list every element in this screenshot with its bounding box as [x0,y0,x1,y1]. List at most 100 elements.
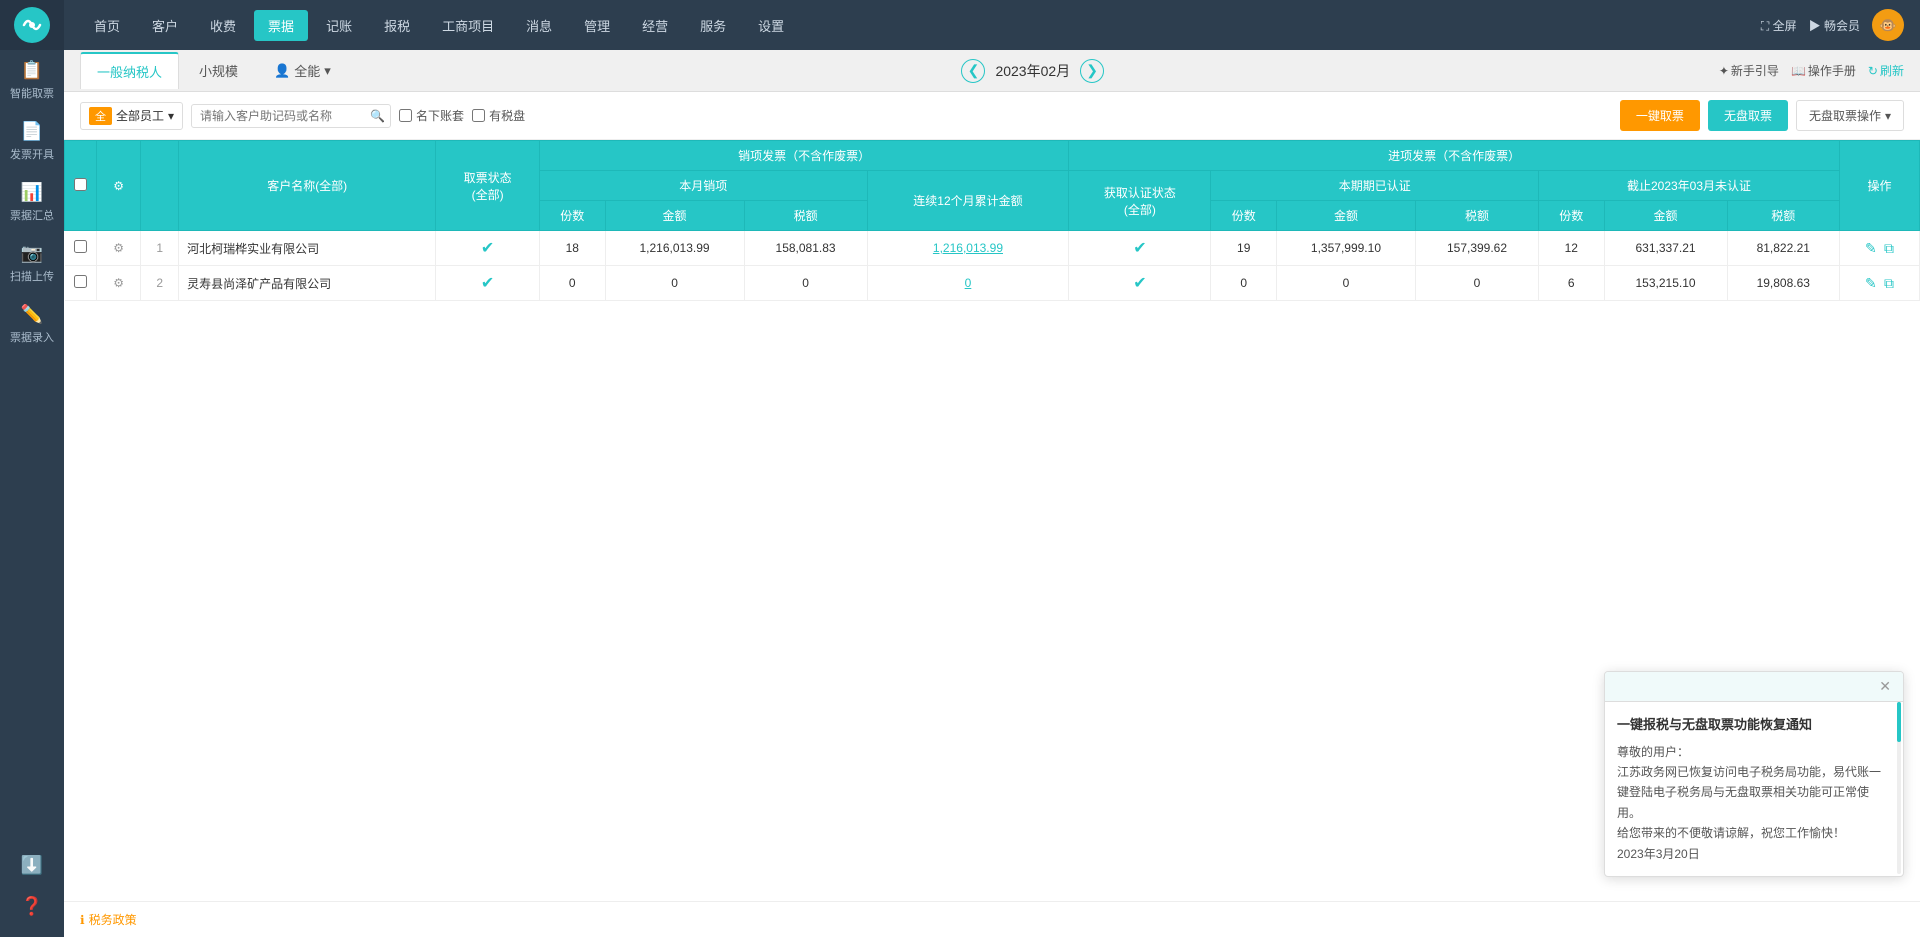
col-purchase-status: 获取认证状态 (全部) [1069,171,1211,231]
topnav-right: ⛶ 全屏 ▶ 畅会员 🐵 [1761,9,1904,41]
has-tax-disk-checkbox[interactable] [472,109,485,122]
col-sales-tax: 税额 [744,201,867,231]
nav-settings[interactable]: 设置 [744,10,798,41]
notification-text: 江苏政务网已恢复访问电子税务局功能，易代账一键登陆电子税务局与无盘取票相关功能可… [1617,762,1891,823]
tax-policy-link[interactable]: ℹ 税务政策 [80,911,137,928]
col-purchase-d-tax: 税额 [1727,201,1839,231]
copy-icon-1[interactable]: ⧉ [1884,275,1894,291]
info-icon: ℹ [80,913,85,927]
search-input[interactable] [191,104,391,128]
employee-filter[interactable]: 全 全部员工 ▾ [80,102,183,130]
prev-period-btn[interactable]: ❮ [961,59,985,83]
nav-management[interactable]: 管理 [570,10,624,41]
nav-tax[interactable]: 报税 [370,10,424,41]
period-label: 2023年02月 [995,61,1070,81]
member-btn[interactable]: ▶ 畅会员 [1809,17,1860,34]
tab-bar: 一般纳税人 小规模 👤 全能 ▾ ❮ 2023年02月 ❯ ✦ 新手引导 📖 操… [64,50,1920,92]
notification-title: 一键报税与无盘取票功能恢复通知 [1617,714,1891,736]
notification-panel: ✕ 一键报税与无盘取票功能恢复通知 尊敬的用户： 江苏政务网已恢复访问电子税务局… [1604,671,1904,877]
nav-home[interactable]: 首页 [80,10,134,41]
notification-apology: 给您带来的不便敬请谅解，祝您工作愉快！ [1617,823,1891,843]
tab-small-scale[interactable]: 小规模 [183,53,254,88]
my-account-checkbox[interactable] [399,109,412,122]
nav-fee[interactable]: 收费 [196,10,250,41]
invoice-table: ⚙ 客户名称(全部) 取票状态 (全部) 销项发票（不含作废票） 进项发票（不含… [64,140,1920,301]
one-click-fetch-button[interactable]: 一键取票 [1620,100,1700,131]
sidebar-item-invoice-entry-label: 票据录入 [10,329,54,345]
sidebar-item-invoice-issue[interactable]: 📄 发票开具 [0,111,64,172]
table-row: ⚙ 2 灵寿县尚泽矿产品有限公司 ✔ 0 0 0 0 ✔ 0 0 0 6 153… [65,266,1920,301]
client-name-1: 灵寿县尚泽矿产品有限公司 [179,266,436,301]
row-settings-icon-1[interactable]: ⚙ [113,276,124,290]
sales-12m-link-0[interactable]: 1,216,013.99 [933,241,1003,255]
notification-scrollbar[interactable] [1897,702,1901,874]
download-icon: ⬇️ [21,855,43,876]
col-sales-group: 销项发票（不含作废票） [540,141,1069,171]
col-purchase-d-count: 份数 [1539,201,1604,231]
has-tax-disk-filter[interactable]: 有税盘 [472,107,525,124]
invoice-entry-icon: ✏️ [21,304,43,325]
fullscreen-btn[interactable]: ⛶ 全屏 [1761,17,1797,34]
settings-icon[interactable]: ⚙ [113,179,124,193]
sidebar-item-invoice-summary[interactable]: 📊 票据汇总 [0,172,64,233]
sidebar: 📋 智能取票 📄 发票开具 📊 票据汇总 📷 扫描上传 ✏️ 票据录入 ⬇️ ❓ [0,0,64,937]
col-settings: ⚙ [97,141,141,231]
col-sales-month: 本月销项 [540,171,868,201]
period-nav: ❮ 2023年02月 ❯ [961,59,1104,83]
col-sales-count: 份数 [540,201,605,231]
col-checkbox [65,141,97,231]
search-icon[interactable]: 🔍 [370,109,385,123]
nav-service[interactable]: 服务 [686,10,740,41]
notification-date: 2023年3月20日 [1617,844,1891,864]
new-guide-btn[interactable]: ✦ 新手引导 [1719,62,1779,79]
col-sales-12m: 连续12个月累计金额 [867,171,1069,231]
nav-operation[interactable]: 经营 [628,10,682,41]
user-avatar[interactable]: 🐵 [1872,9,1904,41]
purchase-status-0: ✔ [1133,240,1146,257]
no-disk-fetch-button[interactable]: 无盘取票 [1708,100,1788,131]
col-sales-amount: 金额 [605,201,744,231]
tab-full-capability[interactable]: 👤 全能 ▾ [258,53,347,88]
row-checkbox-1[interactable] [74,275,87,288]
col-fetch-status: 取票状态 (全部) [436,141,540,231]
sidebar-item-download[interactable]: ⬇️ [0,845,64,886]
sidebar-item-scan-upload[interactable]: 📷 扫描上传 [0,233,64,294]
sidebar-item-help[interactable]: ❓ [0,886,64,927]
row-checkbox-0[interactable] [74,240,87,253]
col-purchase-amount: 金额 [1276,201,1415,231]
notification-greeting: 尊敬的用户： [1617,742,1891,762]
search-wrap: 🔍 [191,104,391,128]
sales-12m-link-1[interactable]: 0 [965,276,972,290]
tab-general-taxpayer[interactable]: 一般纳税人 [80,52,179,89]
table-row: ⚙ 1 河北柯瑞桦实业有限公司 ✔ 18 1,216,013.99 158,08… [65,231,1920,266]
page-footer: ℹ 税务政策 [64,901,1920,937]
sidebar-item-invoice-entry[interactable]: ✏️ 票据录入 [0,294,64,355]
client-name-0: 河北柯瑞桦实业有限公司 [179,231,436,266]
tab-nav-right: ✦ 新手引导 📖 操作手册 ↻ 刷新 [1719,62,1904,79]
fullscreen-icon: ⛶ [1761,19,1769,33]
no-disk-ops-button[interactable]: 无盘取票操作 ▾ [1796,100,1904,131]
nav-business[interactable]: 工商项目 [428,10,508,41]
select-all-checkbox[interactable] [74,178,87,191]
manual-btn[interactable]: 📖 操作手册 [1791,62,1856,79]
sidebar-bottom: ⬇️ ❓ [0,845,64,937]
nav-message[interactable]: 消息 [512,10,566,41]
copy-icon-0[interactable]: ⧉ [1884,240,1894,256]
col-num [141,141,179,231]
nav-invoice[interactable]: 票据 [254,10,308,41]
row-settings-icon-0[interactable]: ⚙ [113,241,124,255]
edit-icon-0[interactable]: ✎ [1865,240,1877,256]
col-action: 操作 [1839,141,1919,231]
app-logo[interactable] [0,0,64,50]
notification-close-btn[interactable]: ✕ [1879,678,1891,695]
fetch-status-1: ✔ [481,275,494,292]
refresh-btn[interactable]: ↻ 刷新 [1868,62,1904,79]
my-account-filter[interactable]: 名下账套 [399,107,464,124]
edit-icon-1[interactable]: ✎ [1865,275,1877,291]
sidebar-item-smart-fetch[interactable]: 📋 智能取票 [0,50,64,111]
next-period-btn[interactable]: ❯ [1080,59,1104,83]
filter-tag: 全 [89,107,112,125]
nav-bookkeeping[interactable]: 记账 [312,10,366,41]
nav-client[interactable]: 客户 [138,10,192,41]
col-purchase-tax: 税额 [1415,201,1538,231]
